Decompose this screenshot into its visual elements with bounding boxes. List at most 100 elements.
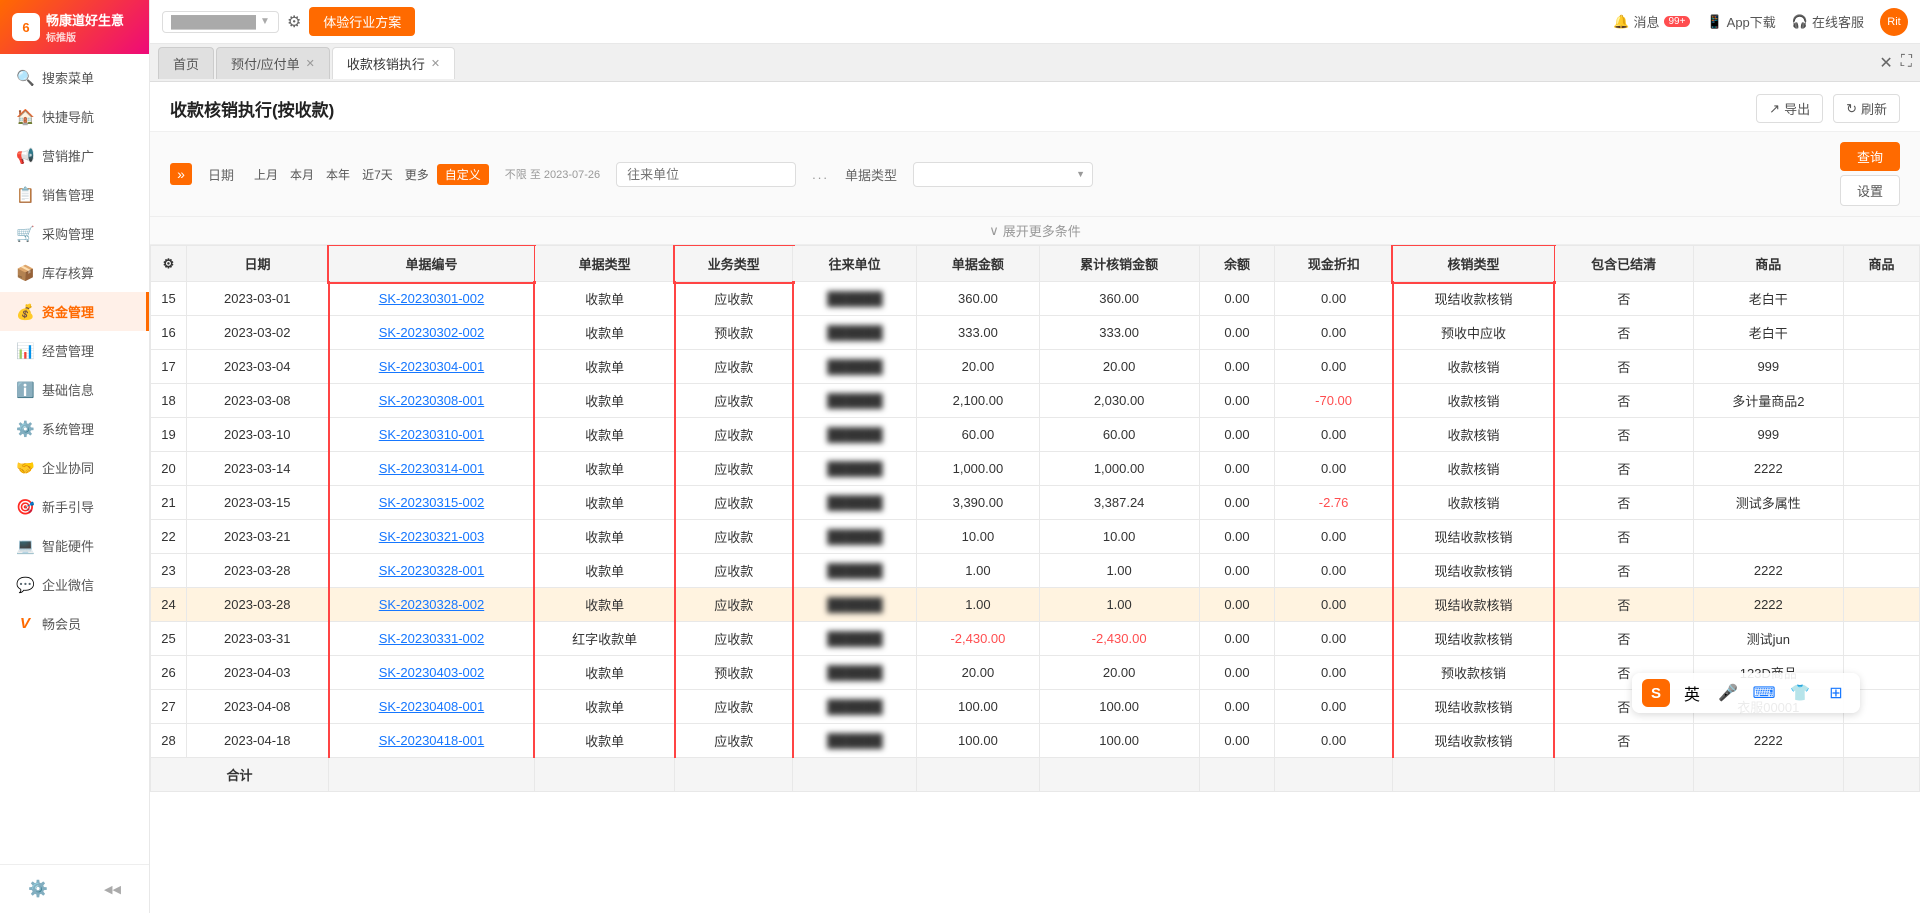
sidebar-item-label: 营销推广 — [42, 146, 94, 165]
col-included[interactable]: 包含已结清 — [1554, 246, 1693, 282]
notifications-badge: 99+ — [1664, 16, 1691, 27]
keyboard-icon[interactable]: ⌨ — [1750, 679, 1778, 707]
data-table-wrap[interactable]: ⚙ 日期 单据编号 单据类型 业务类型 往来单位 单据金额 累计核销金额 余额 … — [150, 245, 1920, 913]
table-row[interactable]: 232023-03-28SK-20230328-001收款单应收款██████1… — [151, 554, 1920, 588]
grid-icon[interactable]: ⊞ — [1822, 679, 1850, 707]
tab-prepay-close[interactable]: ✕ — [306, 57, 315, 70]
col-bill-type[interactable]: 单据类型 — [534, 246, 674, 282]
col-settings-icon[interactable]: ⚙ — [151, 246, 187, 282]
table-cell: 现结收款核销 — [1393, 622, 1554, 656]
maximize-button[interactable]: ⛶ — [1901, 53, 1912, 73]
table-row[interactable]: 162023-03-02SK-20230302-002收款单预收款██████3… — [151, 316, 1920, 350]
date-last-month-button[interactable]: 上月 — [250, 164, 282, 185]
sidebar-item-basic[interactable]: ℹ️ 基础信息 — [0, 370, 149, 409]
filter-expand-button[interactable]: » — [170, 163, 192, 185]
sidebar-item-corp[interactable]: 🤝 企业协同 — [0, 448, 149, 487]
table-row[interactable]: 182023-03-08SK-20230308-001收款单应收款██████2… — [151, 384, 1920, 418]
export-button[interactable]: ↗ 导出 — [1756, 94, 1823, 123]
sidebar-item-marketing[interactable]: 📢 营销推广 — [0, 136, 149, 175]
tab-verify[interactable]: 收款核销执行 ✕ — [332, 47, 455, 79]
col-discount[interactable]: 现金折扣 — [1275, 246, 1393, 282]
table-cell: 应收款 — [675, 724, 793, 758]
col-biz-type[interactable]: 业务类型 — [675, 246, 793, 282]
online-service-label: 在线客服 — [1812, 12, 1864, 31]
sidebar-item-wechat[interactable]: 💬 企业微信 — [0, 565, 149, 604]
tab-verify-close[interactable]: ✕ — [431, 57, 440, 70]
table-row[interactable]: 172023-03-04SK-20230304-001收款单应收款██████2… — [151, 350, 1920, 384]
sidebar-menu: 🔍 搜索菜单 🏠 快捷导航 📢 营销推广 📋 销售管理 🛒 采购管理 📦 库存核… — [0, 54, 149, 864]
col-verify-type[interactable]: 核销类型 — [1393, 246, 1554, 282]
sidebar-item-sales[interactable]: 📋 销售管理 — [0, 175, 149, 214]
table-cell: 1.00 — [1039, 588, 1199, 622]
user-avatar[interactable]: Rit — [1880, 8, 1908, 36]
online-service-button[interactable]: 🎧 在线客服 — [1792, 12, 1864, 31]
sidebar-item-operation[interactable]: 📊 经营管理 — [0, 331, 149, 370]
col-product2[interactable]: 商品 — [1844, 246, 1920, 282]
bill-type-select-wrap — [913, 162, 1093, 187]
sidebar-item-guide[interactable]: 🎯 新手引导 — [0, 487, 149, 526]
table-cell: 否 — [1554, 486, 1693, 520]
company-selector[interactable]: ██████████ ▼ — [162, 11, 279, 33]
unit-more-icon[interactable]: ... — [812, 167, 829, 182]
table-cell: 否 — [1554, 350, 1693, 384]
table-row[interactable]: 252023-03-31SK-20230331-002红字收款单应收款█████… — [151, 622, 1920, 656]
sidebar-item-label: 基础信息 — [42, 380, 94, 399]
tab-home[interactable]: 首页 — [158, 47, 214, 79]
collapse-sidebar-button[interactable]: ◀◀ — [98, 877, 127, 902]
expand-conditions-button[interactable]: ∨ 展开更多条件 — [989, 221, 1081, 240]
sidebar-item-finance[interactable]: 💰 资金管理 — [0, 292, 149, 331]
close-all-tabs-button[interactable]: ✕ — [1879, 53, 1892, 73]
app-download-button[interactable]: 📱 App下载 — [1706, 12, 1775, 31]
table-cell: 测试jun — [1693, 622, 1843, 656]
translate-icon[interactable]: 英 — [1678, 679, 1706, 707]
table-row[interactable]: 152023-03-01SK-20230301-002收款单应收款██████3… — [151, 282, 1920, 316]
table-cell: 20.00 — [917, 656, 1040, 690]
table-cell: 应收款 — [675, 554, 793, 588]
sidebar-item-system[interactable]: ⚙️ 系统管理 — [0, 409, 149, 448]
sidebar-item-hardware[interactable]: 💻 智能硬件 — [0, 526, 149, 565]
settings-gear-icon[interactable]: ⚙ — [283, 8, 305, 36]
table-row[interactable]: 202023-03-14SK-20230314-001收款单应收款██████1… — [151, 452, 1920, 486]
date-7days-button[interactable]: 近7天 — [358, 164, 397, 185]
settings-bottom-icon[interactable]: ⚙️ — [22, 873, 54, 905]
date-this-month-button[interactable]: 本月 — [286, 164, 318, 185]
table-cell: 收款核销 — [1393, 486, 1554, 520]
bill-type-label: 单据类型 — [845, 165, 897, 184]
date-more-button[interactable]: 更多 — [401, 164, 433, 185]
date-custom-button[interactable]: 自定义 — [437, 164, 489, 185]
mic-icon[interactable]: 🎤 — [1714, 679, 1742, 707]
sidebar-item-inventory[interactable]: 📦 库存核算 — [0, 253, 149, 292]
query-button[interactable]: 查询 — [1840, 142, 1900, 171]
col-balance[interactable]: 余额 — [1199, 246, 1275, 282]
table-cell: 3,387.24 — [1039, 486, 1199, 520]
logo-icon: 6 — [12, 13, 40, 41]
col-product1[interactable]: 商品 — [1693, 246, 1843, 282]
unit-search-input[interactable] — [616, 162, 796, 187]
col-unit[interactable]: 往来单位 — [793, 246, 917, 282]
solution-button[interactable]: 体验行业方案 — [309, 7, 415, 36]
table-row[interactable]: 192023-03-10SK-20230310-001收款单应收款██████6… — [151, 418, 1920, 452]
col-date[interactable]: 日期 — [187, 246, 329, 282]
sidebar-item-member[interactable]: V 畅会员 — [0, 604, 149, 643]
filter-settings-button[interactable]: 设置 — [1840, 175, 1900, 206]
date-this-year-button[interactable]: 本年 — [322, 164, 354, 185]
sidebar-item-purchase[interactable]: 🛒 采购管理 — [0, 214, 149, 253]
table-row[interactable]: 242023-03-28SK-20230328-002收款单应收款██████1… — [151, 588, 1920, 622]
table-row[interactable]: 222023-03-21SK-20230321-003收款单应收款██████1… — [151, 520, 1920, 554]
table-row[interactable]: 282023-04-18SK-20230418-001收款单应收款██████1… — [151, 724, 1920, 758]
refresh-button[interactable]: ↻ 刷新 — [1833, 94, 1900, 123]
table-cell: 收款单 — [534, 384, 674, 418]
table-row[interactable]: 212023-03-15SK-20230315-002收款单应收款██████3… — [151, 486, 1920, 520]
col-amount[interactable]: 单据金额 — [917, 246, 1040, 282]
tab-prepay[interactable]: 预付/应付单 ✕ — [216, 47, 330, 79]
col-bill-no[interactable]: 单据编号 — [329, 246, 535, 282]
bill-type-select[interactable] — [913, 162, 1093, 187]
shirt-icon[interactable]: 👕 — [1786, 679, 1814, 707]
sidebar-item-search[interactable]: 🔍 搜索菜单 — [0, 58, 149, 97]
table-cell: 15 — [151, 282, 187, 316]
table-cell: SK-20230418-001 — [329, 724, 535, 758]
notifications-button[interactable]: 🔔 消息 99+ — [1613, 12, 1690, 31]
col-verify-amount[interactable]: 累计核销金额 — [1039, 246, 1199, 282]
table-cell: 现结收款核销 — [1393, 554, 1554, 588]
sidebar-item-shortcut[interactable]: 🏠 快捷导航 — [0, 97, 149, 136]
